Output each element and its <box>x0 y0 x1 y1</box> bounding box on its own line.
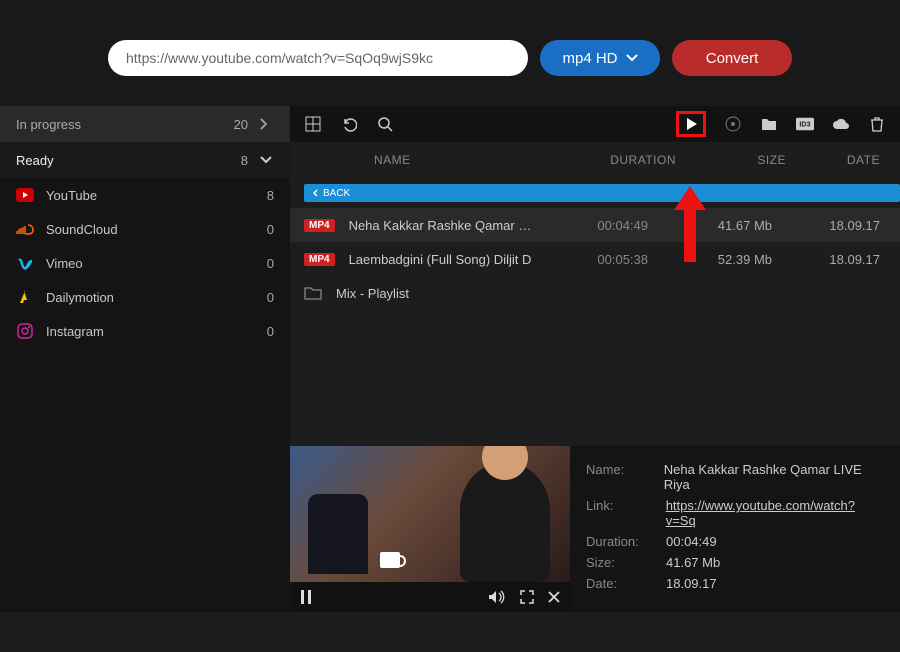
sidebar-source-soundcloud[interactable]: SoundCloud 0 <box>0 212 290 246</box>
table-row[interactable]: MP4 Laembadgini (Full Song) Diljit D 00:… <box>290 242 900 276</box>
instagram-icon <box>16 322 34 340</box>
col-name: NAME <box>304 153 576 167</box>
cloud-icon[interactable] <box>832 115 850 133</box>
in-progress-label: In progress <box>16 117 212 132</box>
trash-icon[interactable] <box>868 115 886 133</box>
play-icon <box>683 116 699 132</box>
volume-button[interactable] <box>488 590 506 604</box>
search-icon[interactable] <box>376 115 394 133</box>
soundcloud-icon <box>16 220 34 238</box>
table-header: NAME DURATION SIZE DATE <box>290 142 900 178</box>
format-label: mp4 HD <box>562 50 617 67</box>
id3-tag-icon[interactable]: ID3 <box>796 115 814 133</box>
source-count: 8 <box>250 188 274 203</box>
undo-icon[interactable] <box>340 115 358 133</box>
content-area: ID3 NAME DURATION SIZE DATE BACK MP4 Neh… <box>290 106 900 612</box>
back-button[interactable]: BACK <box>304 184 900 202</box>
sidebar-source-instagram[interactable]: Instagram 0 <box>0 314 290 348</box>
sidebar-ready[interactable]: Ready 8 <box>0 142 290 178</box>
row-duration: 00:05:38 <box>548 252 648 267</box>
preview-metadata: Name:Neha Kakkar Rashke Qamar LIVE Riya … <box>570 446 900 612</box>
in-progress-count: 20 <box>224 117 248 132</box>
table-row[interactable]: MP4 Neha Kakkar Rashke Qamar LIVE 00:04:… <box>290 208 900 242</box>
pause-button[interactable] <box>300 590 312 604</box>
meta-date-key: Date: <box>586 576 656 591</box>
row-duration: 00:04:49 <box>548 218 648 233</box>
convert-label: Convert <box>706 50 759 67</box>
back-icon <box>312 189 320 197</box>
convert-button[interactable]: Convert <box>672 40 792 76</box>
format-chip: MP4 <box>304 219 335 232</box>
chevron-right-icon <box>260 118 274 130</box>
folder-icon[interactable] <box>760 115 778 133</box>
source-count: 0 <box>250 324 274 339</box>
sidebar-source-youtube[interactable]: YouTube 8 <box>0 178 290 212</box>
preview-video <box>290 446 570 612</box>
preview-panel: Name:Neha Kakkar Rashke Qamar LIVE Riya … <box>290 446 900 612</box>
table-row[interactable]: Mix - Playlist <box>290 276 900 310</box>
sidebar-source-dailymotion[interactable]: Dailymotion 0 <box>0 280 290 314</box>
source-name: Instagram <box>46 324 238 339</box>
col-size: SIZE <box>676 153 786 167</box>
format-dropdown[interactable]: mp4 HD <box>540 40 660 76</box>
vimeo-icon <box>16 254 34 272</box>
meta-duration-key: Duration: <box>586 534 656 549</box>
col-date: DATE <box>786 153 886 167</box>
meta-size-value: 41.67 Mb <box>666 555 720 570</box>
grid-view-icon[interactable] <box>304 115 322 133</box>
row-size: 52.39 Mb <box>662 252 772 267</box>
ready-count: 8 <box>224 153 248 168</box>
top-bar: mp4 HD Convert <box>0 0 900 106</box>
chevron-down-icon <box>260 156 274 164</box>
video-controls <box>290 582 570 612</box>
video-thumbnail[interactable] <box>290 446 570 582</box>
chevron-down-icon <box>626 54 638 62</box>
dailymotion-icon <box>16 288 34 306</box>
ready-label: Ready <box>16 153 212 168</box>
meta-name-value: Neha Kakkar Rashke Qamar LIVE Riya <box>664 462 884 492</box>
sidebar: In progress 20 Ready 8 YouTube 8 SoundCl… <box>0 106 290 612</box>
sidebar-source-vimeo[interactable]: Vimeo 0 <box>0 246 290 280</box>
source-name: YouTube <box>46 188 238 203</box>
source-name: Dailymotion <box>46 290 238 305</box>
meta-link-value[interactable]: https://www.youtube.com/watch?v=Sq <box>666 498 884 528</box>
disc-icon[interactable] <box>724 115 742 133</box>
source-name: SoundCloud <box>46 222 238 237</box>
youtube-icon <box>16 186 34 204</box>
source-count: 0 <box>250 290 274 305</box>
row-date: 18.09.17 <box>786 218 886 233</box>
row-name: Neha Kakkar Rashke Qamar LIVE <box>349 218 534 233</box>
close-preview-button[interactable] <box>548 591 560 603</box>
col-duration: DURATION <box>576 153 676 167</box>
row-name: Mix - Playlist <box>336 286 534 301</box>
sidebar-in-progress[interactable]: In progress 20 <box>0 106 290 142</box>
folder-row-icon <box>304 286 322 300</box>
back-label: BACK <box>323 188 350 199</box>
meta-link-key: Link: <box>586 498 656 528</box>
format-chip: MP4 <box>304 253 335 266</box>
svg-text:ID3: ID3 <box>799 120 810 129</box>
source-name: Vimeo <box>46 256 238 271</box>
meta-name-key: Name: <box>586 462 654 492</box>
row-name: Laembadgini (Full Song) Diljit D <box>349 252 534 267</box>
toolbar: ID3 <box>290 106 900 142</box>
row-date: 18.09.17 <box>786 252 886 267</box>
source-count: 0 <box>250 222 274 237</box>
play-button-highlighted[interactable] <box>676 111 706 137</box>
row-size: 41.67 Mb <box>662 218 772 233</box>
url-input[interactable] <box>108 40 528 76</box>
fullscreen-button[interactable] <box>520 590 534 604</box>
meta-size-key: Size: <box>586 555 656 570</box>
meta-date-value: 18.09.17 <box>666 576 717 591</box>
source-count: 0 <box>250 256 274 271</box>
meta-duration-value: 00:04:49 <box>666 534 717 549</box>
